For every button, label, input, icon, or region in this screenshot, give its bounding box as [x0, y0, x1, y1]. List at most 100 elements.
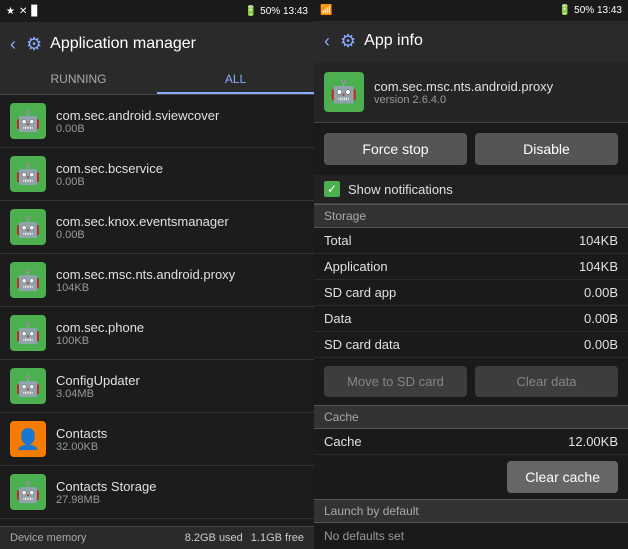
- app-list: 🤖 com.sec.android.sviewcover 0.00B 🤖 com…: [0, 95, 314, 526]
- list-item[interactable]: 🤖 com.sec.msc.nts.android.proxy 104KB: [0, 254, 314, 307]
- app-info-knox: com.sec.knox.eventsmanager 0.00B: [56, 214, 229, 241]
- storage-sdcard-value: 0.00B: [584, 285, 618, 300]
- app-name: com.sec.msc.nts.android.proxy: [56, 267, 235, 282]
- device-memory-label: Device memory: [10, 532, 86, 544]
- app-icon-contacts: 👤: [10, 421, 46, 457]
- left-status-bar: ★ ✕ ▊ 🔋 50% 13:43: [0, 0, 314, 22]
- launch-default-header: Launch by default: [314, 499, 628, 523]
- storage-app-row: Application 104KB: [314, 254, 628, 280]
- force-stop-button[interactable]: Force stop: [324, 133, 467, 165]
- app-size: 0.00B: [56, 176, 163, 188]
- app-icon-contacts-storage: 🤖: [10, 474, 46, 510]
- storage-sdcard-label: SD card app: [324, 285, 396, 300]
- notifications-checkbox[interactable]: ✓: [324, 181, 340, 197]
- app-name: com.sec.phone: [56, 320, 144, 335]
- app-name: ConfigUpdater: [56, 373, 140, 388]
- launch-default-text: No defaults set: [314, 523, 628, 549]
- device-memory-bar: Device memory 8.2GB used 1.1GB free: [0, 526, 314, 549]
- app-name: Contacts Storage: [56, 479, 156, 494]
- list-item[interactable]: 🤖 ConfigUpdater 3.04MB: [0, 360, 314, 413]
- back-arrow-icon[interactable]: ‹: [10, 34, 16, 55]
- app-icon-sviewcover: 🤖: [10, 103, 46, 139]
- storage-action-buttons: Move to SD card Clear data: [314, 358, 628, 405]
- storage-total-row: Total 104KB: [314, 228, 628, 254]
- app-size: 3.04MB: [56, 388, 140, 400]
- list-item[interactable]: 👤 Contacts 32.00KB: [0, 413, 314, 466]
- app-size: 32.00KB: [56, 441, 107, 453]
- right-header: ‹ ⚙ App info: [314, 21, 628, 62]
- app-info-contacts-storage: Contacts Storage 27.98MB: [56, 479, 156, 506]
- app-icon-knox: 🤖: [10, 209, 46, 245]
- storage-app-value: 104KB: [579, 259, 618, 274]
- list-item[interactable]: 🤖 Contacts Storage 27.98MB: [0, 466, 314, 519]
- app-size: 104KB: [56, 282, 235, 294]
- app-version: version 2.6.4.0: [374, 94, 553, 106]
- app-package-name: com.sec.msc.nts.android.proxy: [374, 79, 553, 94]
- app-size: 27.98MB: [56, 494, 156, 506]
- right-time: 50% 13:43: [574, 5, 622, 16]
- storage-section-header: Storage: [314, 204, 628, 228]
- left-header: ‹ ⚙ Application manager: [0, 22, 314, 66]
- list-item[interactable]: 🤖 com.sec.phone 100KB: [0, 307, 314, 360]
- storage-sdcard-data-value: 0.00B: [584, 337, 618, 352]
- storage-data-label: Data: [324, 311, 351, 326]
- tab-all[interactable]: ALL: [157, 66, 314, 94]
- battery-icon: 🔋: [245, 6, 257, 17]
- cache-section-header: Cache: [314, 405, 628, 429]
- right-status-left: 📶: [320, 5, 332, 16]
- app-name: com.sec.knox.eventsmanager: [56, 214, 229, 229]
- right-battery-icon: 🔋: [559, 5, 571, 16]
- left-panel: ★ ✕ ▊ 🔋 50% 13:43 ‹ ⚙ Application manage…: [0, 0, 314, 549]
- app-icon-configupdater: 🤖: [10, 368, 46, 404]
- memory-used: 8.2GB used: [185, 532, 243, 544]
- app-name: Contacts: [56, 426, 107, 441]
- memory-free: 1.1GB free: [251, 532, 304, 544]
- status-right-info: 🔋 50% 13:43: [245, 6, 308, 17]
- cache-row: Cache 12.00KB: [314, 429, 628, 455]
- app-info-header: 🤖 com.sec.msc.nts.android.proxy version …: [314, 62, 628, 123]
- list-item[interactable]: 🤖 com.sec.bcservice 0.00B: [0, 148, 314, 201]
- move-to-sd-button[interactable]: Move to SD card: [324, 366, 467, 397]
- mute-icon: ✕: [19, 6, 27, 17]
- right-back-arrow-icon[interactable]: ‹: [324, 31, 330, 52]
- notifications-row[interactable]: ✓ Show notifications: [314, 175, 628, 204]
- storage-app-label: Application: [324, 259, 388, 274]
- storage-sdcard-data-label: SD card data: [324, 337, 400, 352]
- app-detail-icon: 🤖: [324, 72, 364, 112]
- app-name: com.sec.bcservice: [56, 161, 163, 176]
- right-status-bar: 📶 🔋 50% 13:43: [314, 0, 628, 21]
- clear-cache-row: Clear cache: [314, 455, 628, 499]
- cache-value: 12.00KB: [568, 434, 618, 449]
- cache-label: Cache: [324, 434, 362, 449]
- app-icon-phone: 🤖: [10, 315, 46, 351]
- tab-running[interactable]: RUNNING: [0, 66, 157, 94]
- right-panel: 📶 🔋 50% 13:43 ‹ ⚙ App info 🤖 com.sec.msc…: [314, 0, 628, 549]
- app-size: 0.00B: [56, 123, 219, 135]
- app-info-proxy: com.sec.msc.nts.android.proxy 104KB: [56, 267, 235, 294]
- app-detail-text: com.sec.msc.nts.android.proxy version 2.…: [374, 79, 553, 106]
- disable-button[interactable]: Disable: [475, 133, 618, 165]
- right-wifi-icon: 📶: [320, 5, 332, 16]
- app-icon-proxy: 🤖: [10, 262, 46, 298]
- app-size: 100KB: [56, 335, 144, 347]
- status-left-icons: ★ ✕ ▊: [6, 6, 39, 17]
- storage-sdcard-row: SD card app 0.00B: [314, 280, 628, 306]
- app-info-sviewcover: com.sec.android.sviewcover 0.00B: [56, 108, 219, 135]
- right-header-title: App info: [364, 32, 423, 50]
- app-name: com.sec.android.sviewcover: [56, 108, 219, 123]
- list-item[interactable]: 🤖 com.sec.android.sviewcover 0.00B: [0, 95, 314, 148]
- clear-cache-button[interactable]: Clear cache: [507, 461, 618, 493]
- app-manager-tabs: RUNNING ALL: [0, 66, 314, 95]
- app-icon-bcservice: 🤖: [10, 156, 46, 192]
- storage-data-row: Data 0.00B: [314, 306, 628, 332]
- notifications-label: Show notifications: [348, 182, 453, 197]
- left-header-title: Application manager: [50, 35, 196, 53]
- right-status-right: 🔋 50% 13:43: [559, 5, 622, 16]
- right-settings-icon: ⚙: [340, 31, 356, 52]
- app-info-contacts: Contacts 32.00KB: [56, 426, 107, 453]
- storage-total-label: Total: [324, 233, 351, 248]
- app-info-phone: com.sec.phone 100KB: [56, 320, 144, 347]
- list-item[interactable]: 🤖 com.sec.knox.eventsmanager 0.00B: [0, 201, 314, 254]
- storage-data-value: 0.00B: [584, 311, 618, 326]
- clear-data-button[interactable]: Clear data: [475, 366, 618, 397]
